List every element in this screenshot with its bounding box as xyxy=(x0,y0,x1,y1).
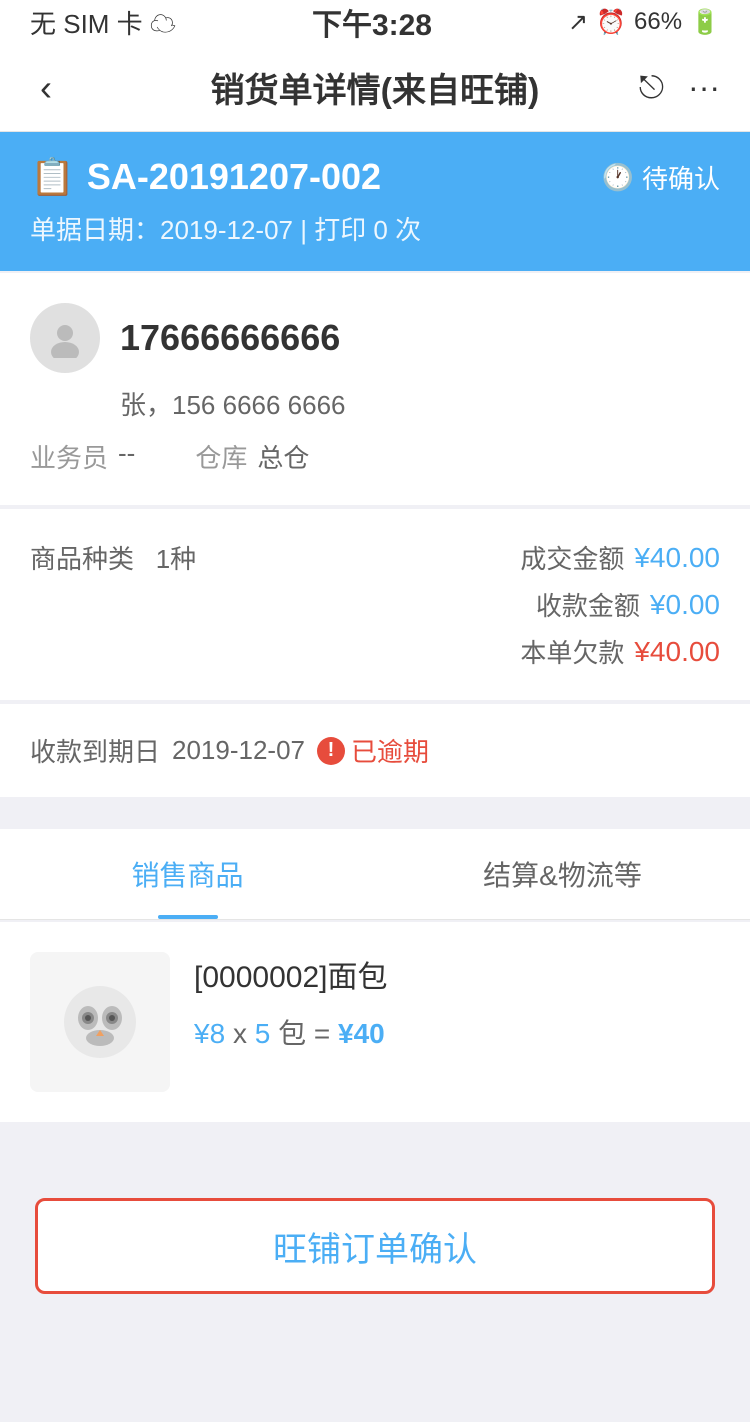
overdue-label: 已逾期 xyxy=(351,732,429,769)
battery-icon: 🔋 xyxy=(690,8,720,37)
confirm-button-wrap: 旺铺订单确认 xyxy=(35,1198,715,1294)
salesperson-label: 业务员 xyxy=(30,438,108,475)
salesperson-item: 业务员 -- xyxy=(30,438,135,475)
received-value: ¥0.00 xyxy=(650,589,720,621)
summary-left: 商品种类 1种 xyxy=(30,539,196,576)
back-button[interactable]: ‹ xyxy=(30,57,62,119)
order-icon: 📋 xyxy=(30,156,75,198)
overdue-icon: ! xyxy=(317,737,345,765)
amount-value: ¥40.00 xyxy=(634,542,720,574)
product-type-label: 商品种类 xyxy=(30,544,134,574)
nav-actions: ⎋ ··· xyxy=(639,69,720,107)
customer-phone: 17666666666 xyxy=(120,317,340,359)
received-label: 收款金额 xyxy=(536,586,640,623)
location-icon: ↗ xyxy=(568,8,588,37)
summary-section: 商品种类 1种 成交金额 ¥40.00 收款金额 ¥0.00 本单欠款 ¥40.… xyxy=(0,509,750,700)
unit-label: 包 xyxy=(278,1018,306,1049)
customer-name: 张，156 6666 6666 xyxy=(30,385,720,422)
order-meta: 单据日期：2019-12-07 | 打印 0 次 xyxy=(30,210,720,247)
order-id-text: SA-20191207-002 xyxy=(87,156,381,198)
overdue-badge: ! 已逾期 xyxy=(317,732,429,769)
nav-bar: ‹ 销货单详情(来自旺铺) ⎋ ··· xyxy=(0,44,750,132)
customer-extra: 业务员 -- 仓库 总仓 xyxy=(30,438,720,475)
product-image xyxy=(30,952,170,1092)
equals-sign: = xyxy=(314,1018,338,1049)
order-id-row: 📋 SA-20191207-002 🕐 待确认 xyxy=(30,156,720,198)
share-icon[interactable]: ⎋ xyxy=(639,69,664,107)
product-price-row: ¥8 x 5 包 = ¥40 xyxy=(194,1012,720,1052)
divider-2 xyxy=(0,700,750,702)
tab-settlement-label: 结算&物流等 xyxy=(483,854,642,894)
product-name: [0000002]面包 xyxy=(194,952,720,996)
divider-1 xyxy=(0,505,750,507)
salesperson-value: -- xyxy=(118,438,135,475)
product-type-item: 商品种类 1种 xyxy=(30,539,196,576)
price-separator: x xyxy=(233,1018,255,1049)
product-type-value: 1种 xyxy=(156,544,196,574)
tabs-row: 销售商品 结算&物流等 xyxy=(0,829,750,919)
product-total: ¥40 xyxy=(338,1018,385,1049)
order-header: 📋 SA-20191207-002 🕐 待确认 单据日期：2019-12-07 … xyxy=(0,132,750,271)
product-qty: 5 xyxy=(255,1018,271,1049)
tab-sales-products[interactable]: 销售商品 xyxy=(0,829,375,919)
debt-row: 本单欠款 ¥40.00 xyxy=(520,633,720,670)
warehouse-label: 仓库 xyxy=(195,438,247,475)
debt-label: 本单欠款 xyxy=(520,633,624,670)
due-date: 2019-12-07 xyxy=(172,735,305,766)
status-time: 下午3:28 xyxy=(312,0,432,44)
amount-label: 成交金额 xyxy=(520,539,624,576)
product-section: [0000002]面包 ¥8 x 5 包 = ¥40 xyxy=(0,922,750,1122)
divider-3 xyxy=(0,797,750,813)
tabs-section: 销售商品 结算&物流等 xyxy=(0,829,750,920)
due-section: 收款到期日 2019-12-07 ! 已逾期 xyxy=(0,704,750,797)
clock-icon: 🕐 xyxy=(602,162,634,193)
more-icon[interactable]: ··· xyxy=(688,69,720,106)
confirm-order-button[interactable]: 旺铺订单确认 xyxy=(35,1198,715,1294)
tab-underline xyxy=(158,915,218,919)
warehouse-item: 仓库 总仓 xyxy=(195,438,309,475)
warehouse-value: 总仓 xyxy=(257,438,309,475)
customer-phone-row: 17666666666 xyxy=(30,303,720,373)
sim-indicator: 无 SIM 卡 ☁ xyxy=(30,4,176,41)
debt-value: ¥40.00 xyxy=(634,636,720,668)
order-id: 📋 SA-20191207-002 xyxy=(30,156,381,198)
alarm-icon: ⏰ xyxy=(596,8,626,37)
tab-settlement[interactable]: 结算&物流等 xyxy=(375,829,750,919)
avatar xyxy=(30,303,100,373)
status-right: ↗ ⏰ 66% 🔋 xyxy=(568,8,720,37)
due-label: 收款到期日 xyxy=(30,732,160,769)
battery-level: 66% xyxy=(634,8,682,36)
price-per-unit: ¥8 xyxy=(194,1018,225,1049)
summary-right: 成交金额 ¥40.00 收款金额 ¥0.00 本单欠款 ¥40.00 xyxy=(520,539,720,670)
amount-row: 成交金额 ¥40.00 xyxy=(520,539,720,576)
status-bar: 无 SIM 卡 ☁ 下午3:28 ↗ ⏰ 66% 🔋 xyxy=(0,0,750,44)
status-left: 无 SIM 卡 ☁ xyxy=(30,4,176,41)
customer-section: 17666666666 张，156 6666 6666 业务员 -- 仓库 总仓 xyxy=(0,273,750,505)
order-status: 🕐 待确认 xyxy=(602,159,720,196)
tab-sales-products-label: 销售商品 xyxy=(131,854,243,894)
page-title: 销货单详情(来自旺铺) xyxy=(211,63,540,112)
product-info: [0000002]面包 ¥8 x 5 包 = ¥40 xyxy=(194,952,720,1052)
status-text: 待确认 xyxy=(642,159,720,196)
received-row: 收款金额 ¥0.00 xyxy=(536,586,720,623)
